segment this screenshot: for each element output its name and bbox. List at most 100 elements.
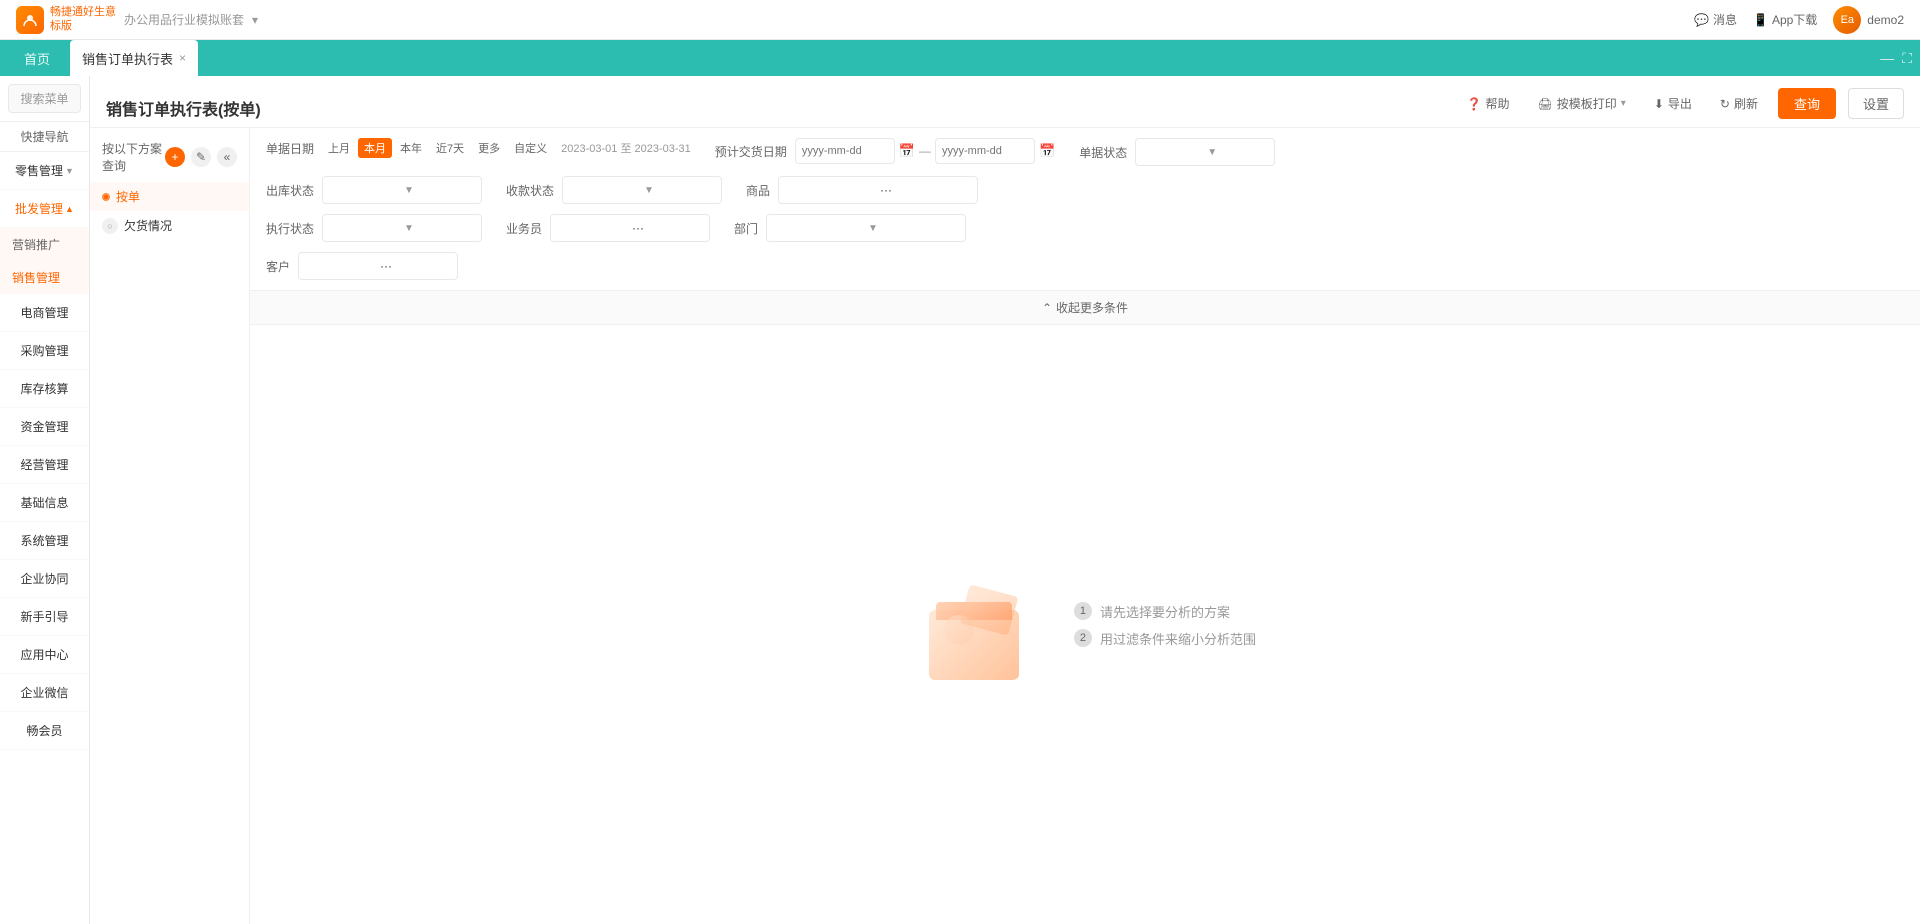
app-download-btn[interactable]: 📱 App下载: [1753, 11, 1817, 28]
inactive-scheme-dot: ○: [102, 218, 118, 234]
sidebar-quick-nav[interactable]: 快捷导航: [0, 122, 89, 152]
sidebar-item-membership[interactable]: 畅会员: [0, 712, 89, 750]
date-tabs: 上月 本月 本年 近7天 更多 自定义: [322, 138, 553, 158]
date-tab-more[interactable]: 更多: [472, 138, 506, 158]
dept-select[interactable]: ▼: [766, 214, 966, 242]
query-btn[interactable]: 查询: [1778, 88, 1836, 119]
dept-group: 部门 ▼: [734, 214, 966, 242]
filter-row-2: 出库状态 ▼ 收款状态 ▼: [250, 176, 1920, 214]
page-title: 销售订单执行表(按单): [106, 96, 261, 120]
expected-date-label: 预计交货日期: [715, 143, 787, 160]
message-btn[interactable]: 💬 消息: [1694, 11, 1737, 28]
sidebar-item-wholesale[interactable]: 批发管理 ▲: [0, 190, 89, 228]
customer-ellipsis-btn[interactable]: ···: [376, 259, 449, 273]
empty-step-2: 2 用过滤条件来缩小分析范围: [1074, 629, 1256, 648]
content-body: 1 请先选择要分析的方案 2 用过滤条件来缩小分析范围: [250, 325, 1920, 924]
payment-dropdown-icon: ▼: [644, 185, 713, 196]
step-num-2: 2: [1074, 629, 1092, 647]
settings-btn[interactable]: 设置: [1848, 88, 1904, 119]
tab-maximize-btn[interactable]: ⛶: [1902, 50, 1912, 67]
sidebar-search: 搜索菜单: [0, 76, 89, 122]
calendar-icon-end[interactable]: 📅: [1039, 143, 1055, 159]
add-scheme-btn[interactable]: +: [165, 147, 185, 167]
filter-row-3: 执行状态 ▼ 业务员 ···: [250, 214, 1920, 252]
sidebar-item-sales-mgmt[interactable]: 销售管理: [0, 261, 89, 294]
collapse-bar: ⌃ 收起更多条件: [250, 290, 1920, 324]
product-input[interactable]: ···: [778, 176, 978, 204]
main-layout: 搜索菜单 快捷导航 零售管理 ▼ 批发管理 ▲ 营销推广 销售管理 电商管理 采…: [0, 76, 1920, 924]
status-label: 单据状态: [1079, 144, 1127, 161]
expected-date-end[interactable]: [935, 138, 1035, 164]
left-panel-header: 按以下方案查询 + ✎ «: [90, 136, 249, 182]
salesperson-ellipsis-btn[interactable]: ···: [628, 221, 701, 235]
filter-row-1: 单据日期 上月 本月 本年 近7天 更多 自定义 2023-03-01 至 20…: [250, 128, 1920, 176]
collapse-btn[interactable]: ⌃ 收起更多条件: [1030, 297, 1140, 318]
payment-status-select[interactable]: ▼: [562, 176, 722, 204]
sidebar-item-basic[interactable]: 基础信息: [0, 484, 89, 522]
date-tab-last-month[interactable]: 上月: [322, 138, 356, 158]
sidebar-item-marketing[interactable]: 营销推广: [0, 228, 89, 261]
scheme-item-shortage[interactable]: ○ 欠货情况: [90, 211, 249, 240]
page-header: 销售订单执行表(按单) ❓ 帮助 🖨 按模板打印 ▾ ⬇ 导出 ↻ 刷新: [90, 76, 1920, 128]
exec-status-select[interactable]: ▼: [322, 214, 482, 242]
dept-dropdown-icon: ▼: [868, 223, 957, 234]
salesperson-label: 业务员: [506, 220, 542, 237]
sidebar-item-purchase[interactable]: 采购管理: [0, 332, 89, 370]
refresh-btn[interactable]: ↻ 刷新: [1712, 91, 1766, 116]
scheme-item-order[interactable]: 按单: [90, 182, 249, 211]
delivery-status-label: 出库状态: [266, 182, 314, 199]
sidebar-item-finance[interactable]: 资金管理: [0, 408, 89, 446]
export-btn[interactable]: ⬇ 导出: [1646, 91, 1700, 116]
status-select[interactable]: ▼: [1135, 138, 1275, 166]
date-tab-7days[interactable]: 近7天: [430, 138, 470, 158]
sidebar-item-retail[interactable]: 零售管理 ▼: [0, 152, 89, 190]
edit-scheme-btn[interactable]: ✎: [191, 147, 211, 167]
print-btn[interactable]: 🖨 按模板打印 ▾: [1530, 91, 1634, 116]
sidebar-item-guide[interactable]: 新手引导: [0, 598, 89, 636]
customer-group: 客户 ···: [266, 252, 458, 280]
sidebar-item-ecommerce[interactable]: 电商管理: [0, 294, 89, 332]
sidebar-item-system[interactable]: 系统管理: [0, 522, 89, 560]
date-tab-this-year[interactable]: 本年: [394, 138, 428, 158]
customer-label: 客户: [266, 258, 290, 275]
exec-dropdown-icon: ▼: [404, 223, 473, 234]
delivery-status-select[interactable]: ▼: [322, 176, 482, 204]
collapse-icon: ⌃: [1042, 301, 1052, 315]
sidebar-item-wechat[interactable]: 企业微信: [0, 674, 89, 712]
payment-status-group: 收款状态 ▼: [506, 176, 722, 204]
tab-home[interactable]: 首页: [8, 40, 66, 76]
expected-date-group: 预计交货日期 📅 — 📅: [715, 138, 1055, 164]
left-panel: 按以下方案查询 + ✎ « 按单 ○ 欠货情况: [90, 128, 250, 924]
breadcrumb-arrow[interactable]: ▾: [252, 13, 258, 27]
exec-status-label: 执行状态: [266, 220, 314, 237]
dept-label: 部门: [734, 220, 758, 237]
status-filter-group: 单据状态 ▼: [1079, 138, 1275, 166]
page-actions: ❓ 帮助 🖨 按模板打印 ▾ ⬇ 导出 ↻ 刷新 查询 设置: [1459, 88, 1904, 127]
collapse-panel-btn[interactable]: «: [217, 147, 237, 167]
sidebar-search-btn[interactable]: 搜索菜单: [8, 84, 81, 113]
date-tab-this-month[interactable]: 本月: [358, 138, 392, 158]
help-btn[interactable]: ❓ 帮助: [1459, 91, 1518, 116]
tab-close-icon[interactable]: ×: [179, 51, 186, 65]
calendar-icon-start[interactable]: 📅: [899, 143, 915, 159]
customer-input[interactable]: ···: [298, 252, 458, 280]
salesperson-input[interactable]: ···: [550, 214, 710, 242]
sidebar-item-inventory[interactable]: 库存核算: [0, 370, 89, 408]
tab-minimize-btn[interactable]: —: [1880, 50, 1894, 67]
filter-container: 单据日期 上月 本月 本年 近7天 更多 自定义 2023-03-01 至 20…: [250, 128, 1920, 325]
date-tab-custom[interactable]: 自定义: [508, 138, 553, 158]
product-ellipsis-btn[interactable]: ···: [876, 183, 969, 197]
step-num-1: 1: [1074, 602, 1092, 620]
print-dropdown-icon[interactable]: ▾: [1621, 98, 1626, 109]
logo-area[interactable]: 畅捷通好生意 标版: [16, 6, 116, 34]
sidebar-item-operations[interactable]: 经营管理: [0, 446, 89, 484]
help-icon: ❓: [1467, 97, 1482, 111]
user-profile[interactable]: Ea demo2: [1833, 6, 1904, 34]
sidebar-item-apps[interactable]: 应用中心: [0, 636, 89, 674]
expected-date-start[interactable]: [795, 138, 895, 164]
delivery-dropdown-icon: ▼: [404, 185, 473, 196]
tab-sales-order[interactable]: 销售订单执行表 ×: [70, 40, 198, 76]
print-icon: 🖨: [1538, 97, 1553, 111]
exec-status-group: 执行状态 ▼: [266, 214, 482, 242]
sidebar-item-enterprise[interactable]: 企业协同: [0, 560, 89, 598]
